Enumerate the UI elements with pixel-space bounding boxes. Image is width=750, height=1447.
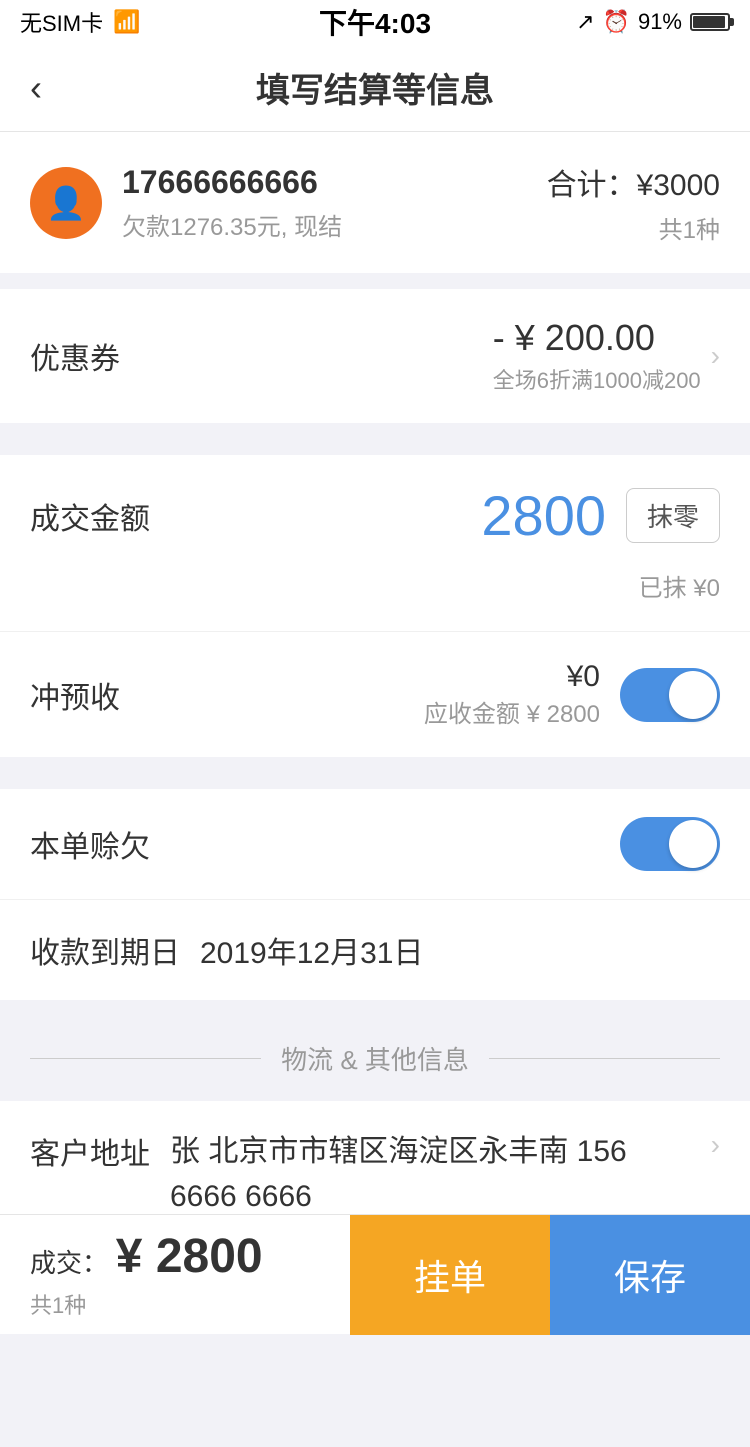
address-chevron-icon: › [711,1129,720,1161]
prepay-label: 冲预收 [30,673,120,717]
bottom-deal-label: 成交： [30,1248,108,1278]
chevron-right-icon: › [711,340,720,372]
prepay-amount: ¥0 [424,660,600,694]
status-left: 无SIM卡 📶 [20,6,141,38]
avatar: 👤 [30,167,102,239]
coupon-desc: 全场6折满1000减200 [493,363,701,395]
battery-indicator [690,13,730,31]
status-time: 下午4:03 [319,2,431,42]
nav-bar: ‹ 填写结算等信息 [0,44,750,132]
save-button[interactable]: 保存 [550,1215,750,1335]
debt-section: 本单赊欠 [0,789,750,899]
battery-percent: 91% [638,9,682,35]
amount-value-group: 2800 抹零 [481,483,720,548]
prepay-section: 冲预收 ¥0 应收金额 ¥ 2800 [0,631,750,757]
duedate-section: 收款到期日 2019年12月31日 [0,899,750,1000]
logistics-label: 物流 & 其他信息 [281,1040,469,1077]
prepay-amount-group: ¥0 应收金额 ¥ 2800 [424,660,600,729]
coupon-amount: - ¥ 200.00 [493,317,701,359]
back-button[interactable]: ‹ [30,67,62,109]
toggle-knob [669,671,717,719]
amount-label: 成交金额 [30,494,150,538]
section-divider-1 [0,439,750,455]
amount-section: 成交金额 2800 抹零 已抹 ¥0 [0,455,750,631]
total-count: 共1种 [547,210,720,245]
bottom-bar: 成交： ¥ 2800 共1种 挂单 保存 [0,1214,750,1334]
bottom-amount: ¥ 2800 [116,1230,263,1283]
location-icon: ↗ [576,9,594,35]
duedate-label: 收款到期日 [30,928,180,972]
total-amount: 合计：¥3000 [547,160,720,204]
amount-row: 成交金额 2800 抹零 [30,483,720,548]
coupon-amount-group: - ¥ 200.00 全场6折满1000减200 [493,317,701,395]
page-title: 填写结算等信息 [256,63,494,112]
debt-toggle[interactable] [620,817,720,871]
customer-card: 👤 17666666666 欠款1276.35元, 现结 合计：¥3000 共1… [0,132,750,273]
customer-row: 👤 17666666666 欠款1276.35元, 现结 合计：¥3000 共1… [30,160,720,245]
address-label: 客户地址 [30,1129,150,1173]
bottom-deal-row: 成交： ¥ 2800 [30,1229,320,1284]
section-divider-2 [0,757,750,773]
prepay-sub: 应收金额 ¥ 2800 [424,694,600,729]
duedate-value: 2019年12月31日 [200,928,423,972]
prepay-toggle[interactable] [620,668,720,722]
divider-line-right [489,1058,720,1059]
address-value: 张 北京市市辖区海淀区永丰南 156 6666 6666 [170,1129,691,1219]
hang-order-button[interactable]: 挂单 [350,1215,550,1335]
debt-label: 本单赊欠 [30,822,150,866]
round-button[interactable]: 抹零 [626,488,720,543]
divider-line-left [30,1058,261,1059]
coupon-label: 优惠券 [30,334,120,378]
carrier-text: 无SIM卡 [20,6,103,38]
customer-phone: 17666666666 [122,164,342,201]
customer-info: 17666666666 欠款1276.35元, 现结 [122,164,342,242]
bottom-count: 共1种 [30,1288,320,1320]
customer-right: 合计：¥3000 共1种 [547,160,720,245]
coupon-right: - ¥ 200.00 全场6折满1000减200 › [493,317,720,395]
wifi-icon: 📶 [113,9,140,35]
status-right: ↗ ⏰ 91% [576,9,730,35]
logistics-divider: 物流 & 其他信息 [0,1016,750,1101]
customer-left: 👤 17666666666 欠款1276.35元, 现结 [30,164,342,242]
debt-toggle-knob [669,820,717,868]
coupon-row[interactable]: 优惠券 - ¥ 200.00 全场6折满1000减200 › [0,289,750,423]
customer-debt-info: 欠款1276.35元, 现结 [122,207,342,242]
prepay-right: ¥0 应收金额 ¥ 2800 [424,660,720,729]
status-bar: 无SIM卡 📶 下午4:03 ↗ ⏰ 91% [0,0,750,44]
already-rounded: 已抹 ¥0 [30,568,720,603]
prepay-row: 冲预收 ¥0 应收金额 ¥ 2800 [30,660,720,729]
deal-amount-value: 2800 [481,483,606,548]
alarm-icon: ⏰ [603,9,630,35]
avatar-icon: 👤 [46,184,86,222]
bottom-summary: 成交： ¥ 2800 共1种 [0,1229,350,1320]
